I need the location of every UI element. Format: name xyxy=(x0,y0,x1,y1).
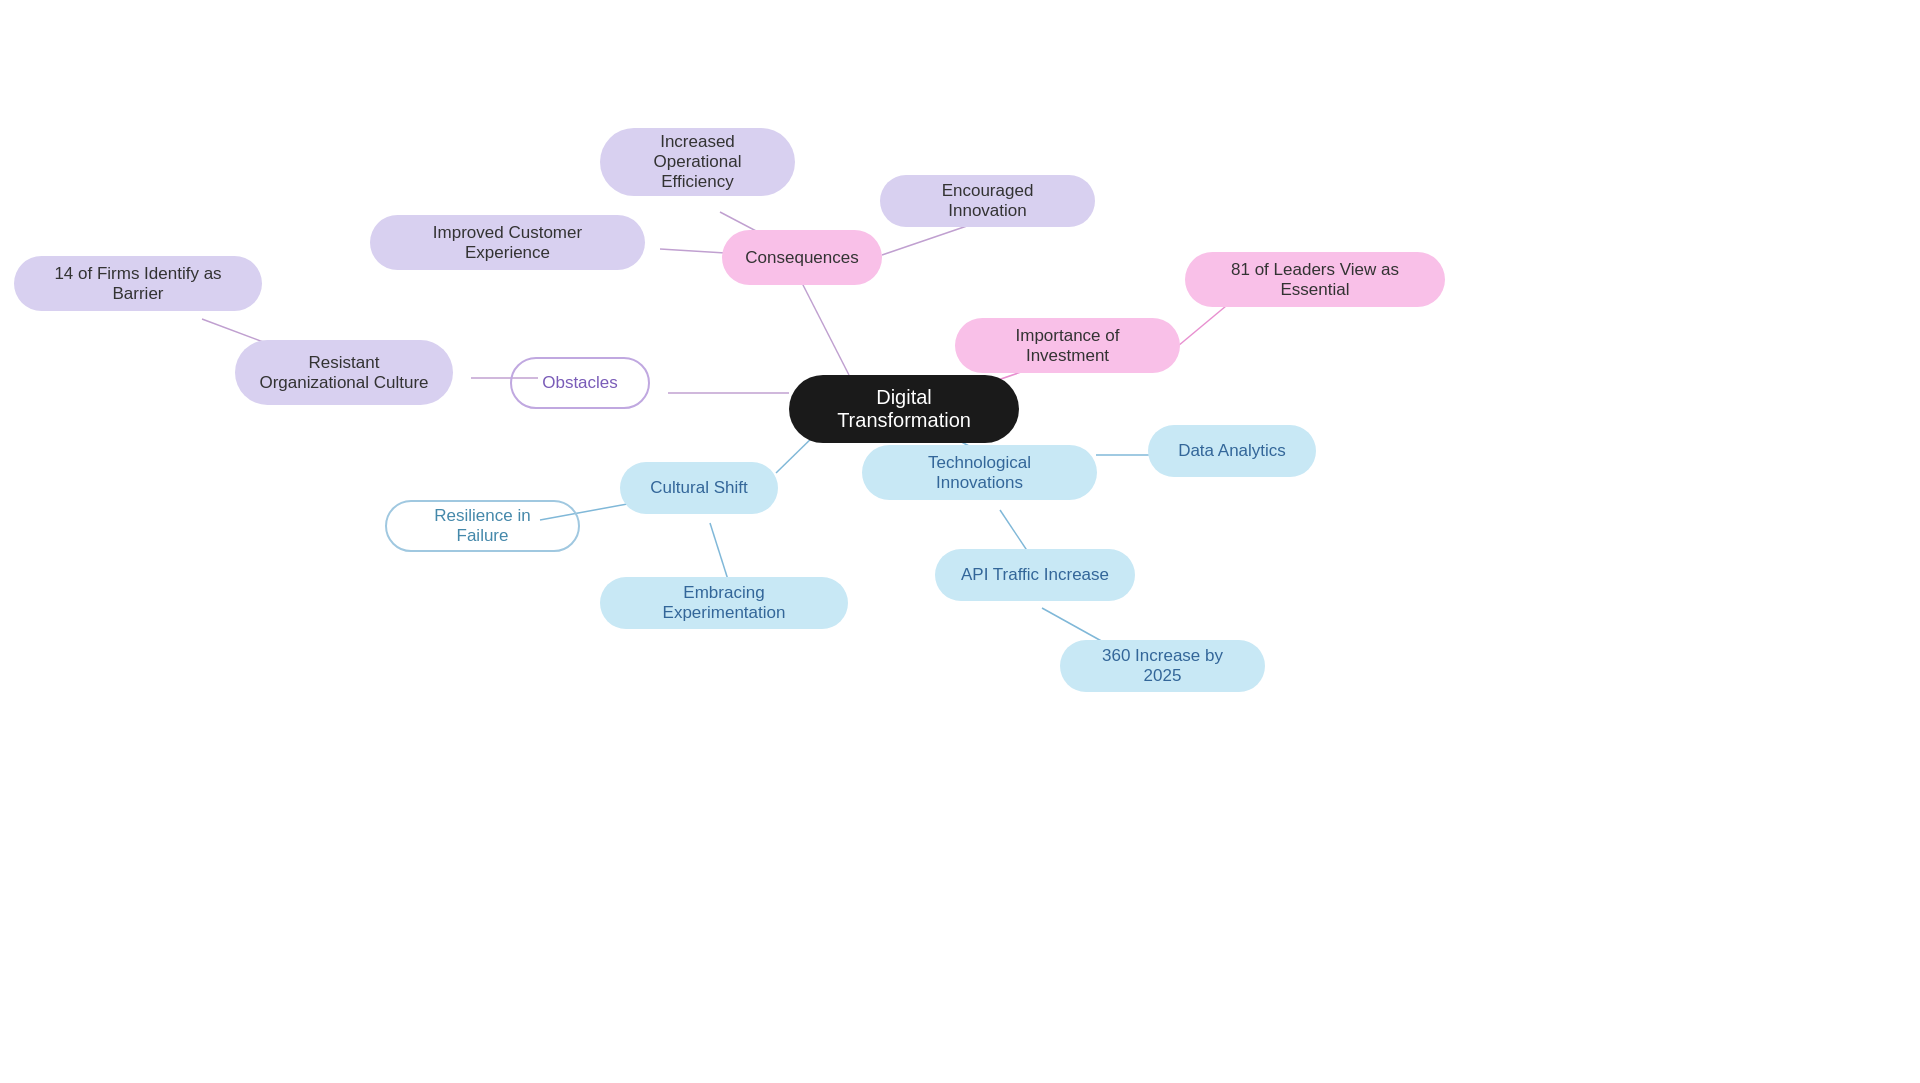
svg-line-0 xyxy=(802,283,849,375)
increase-2025-node[interactable]: 360 Increase by 2025 xyxy=(1060,640,1265,692)
improved-customer-experience-node[interactable]: Improved Customer Experience xyxy=(370,215,645,270)
firms-barrier-node[interactable]: 14 of Firms Identify as Barrier xyxy=(14,256,262,311)
leaders-essential-node[interactable]: 81 of Leaders View as Essential xyxy=(1185,252,1445,307)
resilience-failure-node[interactable]: Resilience in Failure xyxy=(385,500,580,552)
consequences-node[interactable]: Consequences xyxy=(722,230,882,285)
data-analytics-node[interactable]: Data Analytics xyxy=(1148,425,1316,477)
importance-investment-node[interactable]: Importance of Investment xyxy=(955,318,1180,373)
cultural-shift-node[interactable]: Cultural Shift xyxy=(620,462,778,514)
resistant-culture-node[interactable]: Resistant Organizational Culture xyxy=(235,340,453,405)
encouraged-innovation-node[interactable]: Encouraged Innovation xyxy=(880,175,1095,227)
obstacles-node[interactable]: Obstacles xyxy=(510,357,650,409)
api-traffic-node[interactable]: API Traffic Increase xyxy=(935,549,1135,601)
digital-transformation-node[interactable]: Digital Transformation xyxy=(789,375,1019,443)
increased-operational-efficiency-node[interactable]: Increased Operational Efficiency xyxy=(600,128,795,196)
technological-innovations-node[interactable]: Technological Innovations xyxy=(862,445,1097,500)
embracing-experimentation-node[interactable]: Embracing Experimentation xyxy=(600,577,848,629)
